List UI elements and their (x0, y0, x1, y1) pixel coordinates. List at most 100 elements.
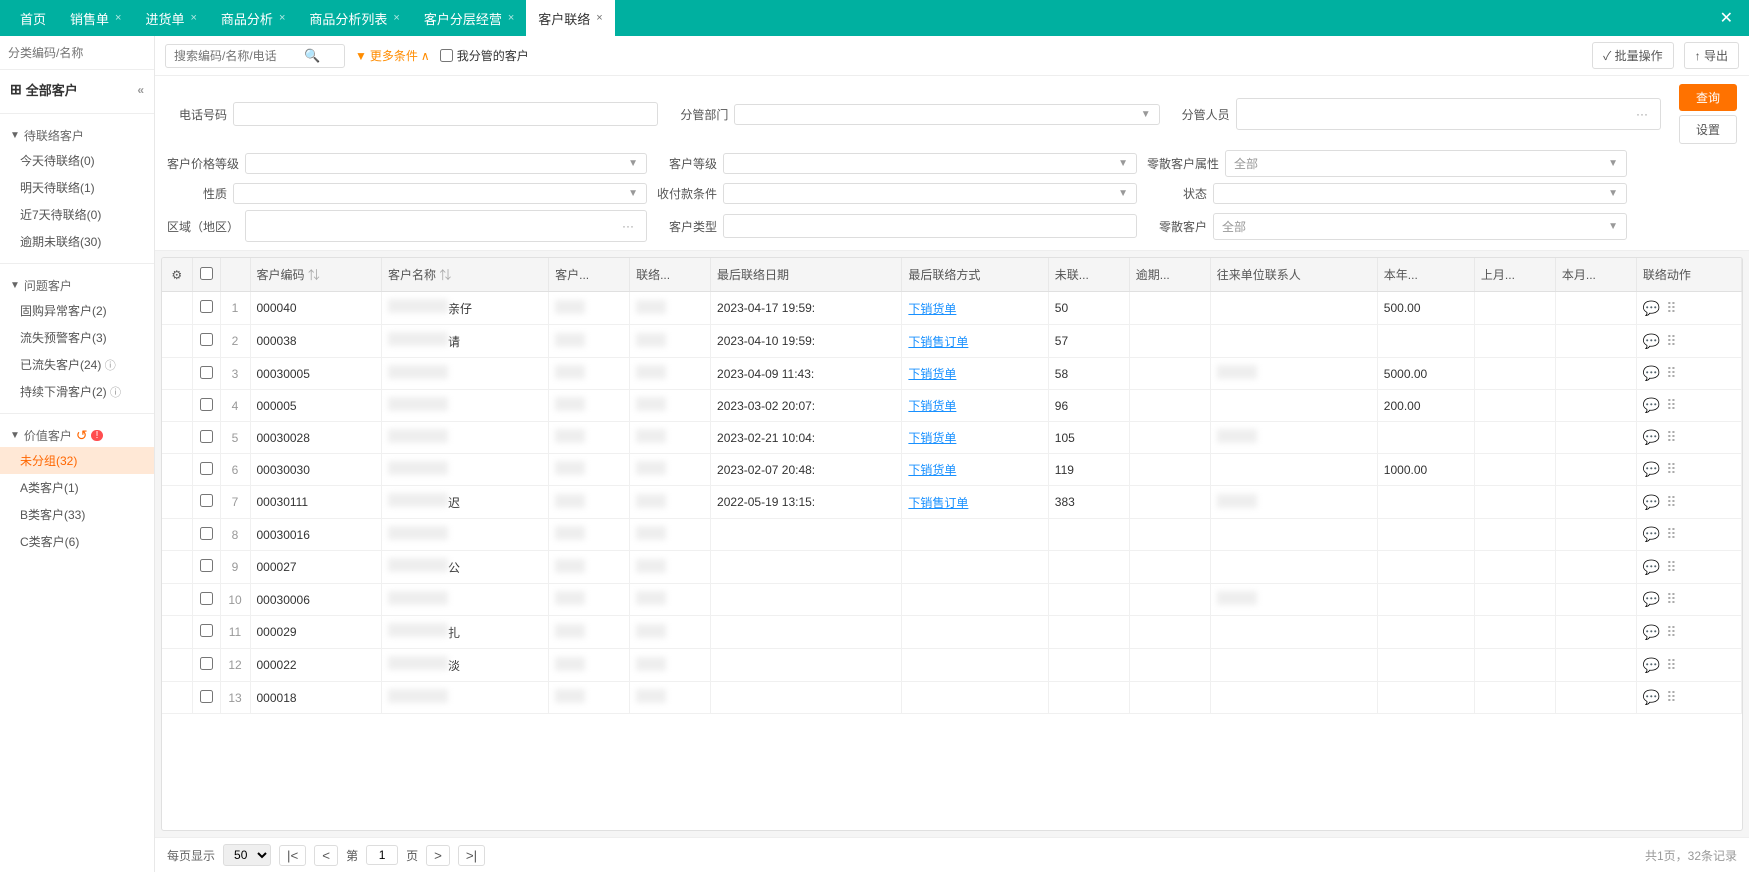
sidebar-item-7days[interactable]: 近7天待联络(0) (0, 201, 154, 228)
reset-button[interactable]: 设置 (1679, 115, 1737, 144)
tab-purchase[interactable]: 进货单 × (133, 0, 208, 36)
td-last-contact-method[interactable] (902, 682, 1048, 714)
next-page-button[interactable]: > (426, 845, 450, 866)
qr-icon[interactable]: ⠿ (1666, 494, 1676, 511)
retail-attr-select[interactable]: 全部 ▼ (1225, 150, 1627, 177)
sidebar-pending-group[interactable]: ▼ 待联络客户 (0, 122, 154, 147)
close-analysis-list-tab[interactable]: × (393, 12, 399, 24)
qr-icon[interactable]: ⠿ (1666, 429, 1676, 446)
row-checkbox[interactable] (200, 300, 213, 313)
td-checkbox[interactable] (192, 551, 220, 584)
td-checkbox[interactable] (192, 682, 220, 714)
query-button[interactable]: 查询 (1679, 84, 1737, 111)
close-purchase-tab[interactable]: × (190, 12, 196, 24)
contact-method-link[interactable]: 下销货单 (908, 302, 956, 316)
qr-icon[interactable]: ⠿ (1666, 526, 1676, 543)
tab-customer-seg[interactable]: 客户分层经营 × (412, 0, 526, 36)
th-code[interactable]: 客户编码 ⇅ (250, 258, 382, 292)
contact-method-link[interactable]: 下销售订单 (908, 335, 968, 349)
chat-icon[interactable]: 💬 (1643, 657, 1660, 674)
tab-sales[interactable]: 销售单 × (58, 0, 133, 36)
refresh-icon[interactable]: ↺ (76, 427, 88, 444)
chat-icon[interactable]: 💬 (1643, 624, 1660, 641)
th-last-contact-date[interactable]: 最后联络日期 (711, 258, 902, 292)
td-last-contact-method[interactable] (902, 519, 1048, 551)
td-checkbox[interactable] (192, 390, 220, 422)
qr-icon[interactable]: ⠿ (1666, 624, 1676, 641)
search-icon[interactable]: 🔍 (304, 48, 320, 64)
export-button[interactable]: ↑ 导出 (1684, 42, 1739, 69)
my-customers-checkbox[interactable] (440, 49, 453, 62)
th-name[interactable]: 客户名称 ⇅ (382, 258, 549, 292)
row-checkbox[interactable] (200, 559, 213, 572)
tab-customer-contact[interactable]: 客户联络 × (526, 0, 614, 36)
nature-select[interactable]: ▼ (233, 183, 647, 204)
select-all-checkbox[interactable] (200, 267, 213, 280)
sidebar-search-input[interactable] (8, 46, 155, 60)
th-last-contact-method[interactable]: 最后联络方式 (902, 258, 1048, 292)
chat-icon[interactable]: 💬 (1643, 461, 1660, 478)
close-customer-seg-tab[interactable]: × (508, 12, 514, 24)
tab-home[interactable]: 首页 (8, 0, 58, 36)
search-box[interactable]: 🔍 (165, 44, 345, 68)
sidebar-problem-group[interactable]: ▼ 问题客户 (0, 272, 154, 297)
td-last-contact-method[interactable]: 下销货单 (902, 454, 1048, 486)
tab-analysis-list[interactable]: 商品分析列表 × (297, 0, 411, 36)
manager-dots[interactable]: ··· (1632, 103, 1652, 125)
more-conditions-btn[interactable]: ▼ 更多条件 ∧ (355, 47, 430, 64)
row-checkbox[interactable] (200, 527, 213, 540)
contact-method-link[interactable]: 下销货单 (908, 399, 956, 413)
sidebar-item-b-class[interactable]: B类客户(33) (0, 501, 154, 528)
row-checkbox[interactable] (200, 624, 213, 637)
row-checkbox[interactable] (200, 430, 213, 443)
th-checkbox[interactable] (192, 258, 220, 292)
chat-icon[interactable]: 💬 (1643, 429, 1660, 446)
qr-icon[interactable]: ⠿ (1666, 657, 1676, 674)
td-last-contact-method[interactable] (902, 616, 1048, 649)
th-contact[interactable]: 联络... (630, 258, 711, 292)
window-close-button[interactable]: ✕ (1712, 8, 1741, 28)
cust-grade-select[interactable]: ▼ (723, 153, 1137, 174)
sidebar-item-declining[interactable]: 持续下滑客户(2) ⓘ (0, 378, 154, 405)
region-select[interactable]: ··· (245, 210, 647, 242)
td-last-contact-method[interactable]: 下销货单 (902, 390, 1048, 422)
region-dots[interactable]: ··· (618, 215, 638, 237)
chat-icon[interactable]: 💬 (1643, 494, 1660, 511)
th-no-contact-days[interactable]: 未联... (1048, 258, 1129, 292)
qr-icon[interactable]: ⠿ (1666, 333, 1676, 350)
prev-page-button[interactable]: < (314, 845, 338, 866)
qr-icon[interactable]: ⠿ (1666, 461, 1676, 478)
qr-icon[interactable]: ⠿ (1666, 559, 1676, 576)
close-sales-tab[interactable]: × (115, 12, 121, 24)
td-last-contact-method[interactable]: 下销售订单 (902, 325, 1048, 358)
th-contact-person[interactable]: 往来单位联系人 (1210, 258, 1377, 292)
my-customers-filter[interactable]: 我分管的客户 (440, 47, 529, 64)
phone-input[interactable] (233, 102, 658, 126)
row-checkbox[interactable] (200, 690, 213, 703)
row-checkbox[interactable] (200, 366, 213, 379)
td-checkbox[interactable] (192, 649, 220, 682)
contact-method-link[interactable]: 下销货单 (908, 463, 956, 477)
td-checkbox[interactable] (192, 519, 220, 551)
th-this-month[interactable]: 本月... (1555, 258, 1636, 292)
first-page-button[interactable]: |< (279, 845, 306, 866)
chat-icon[interactable]: 💬 (1643, 300, 1660, 317)
page-size-select[interactable]: 50 (223, 844, 271, 866)
sidebar-item-tomorrow[interactable]: 明天待联络(1) (0, 174, 154, 201)
td-checkbox[interactable] (192, 486, 220, 519)
td-last-contact-method[interactable]: 下销货单 (902, 292, 1048, 325)
chat-icon[interactable]: 💬 (1643, 526, 1660, 543)
dept-select[interactable]: ▼ (734, 104, 1159, 125)
td-last-contact-method[interactable]: 下销货单 (902, 358, 1048, 390)
search-input[interactable] (174, 49, 304, 63)
td-checkbox[interactable] (192, 616, 220, 649)
status-select[interactable]: ▼ (1213, 183, 1627, 204)
sidebar-item-overdue[interactable]: 逾期未联络(30) (0, 228, 154, 255)
td-checkbox[interactable] (192, 454, 220, 486)
qr-icon[interactable]: ⠿ (1666, 689, 1676, 706)
sidebar-item-churn-risk[interactable]: 流失预警客户(3) (0, 324, 154, 351)
contact-method-link[interactable]: 下销货单 (908, 431, 956, 445)
current-page-input[interactable] (366, 845, 398, 865)
retail-select[interactable]: 全部 ▼ (1213, 213, 1627, 240)
payment-select[interactable]: ▼ (723, 183, 1137, 204)
